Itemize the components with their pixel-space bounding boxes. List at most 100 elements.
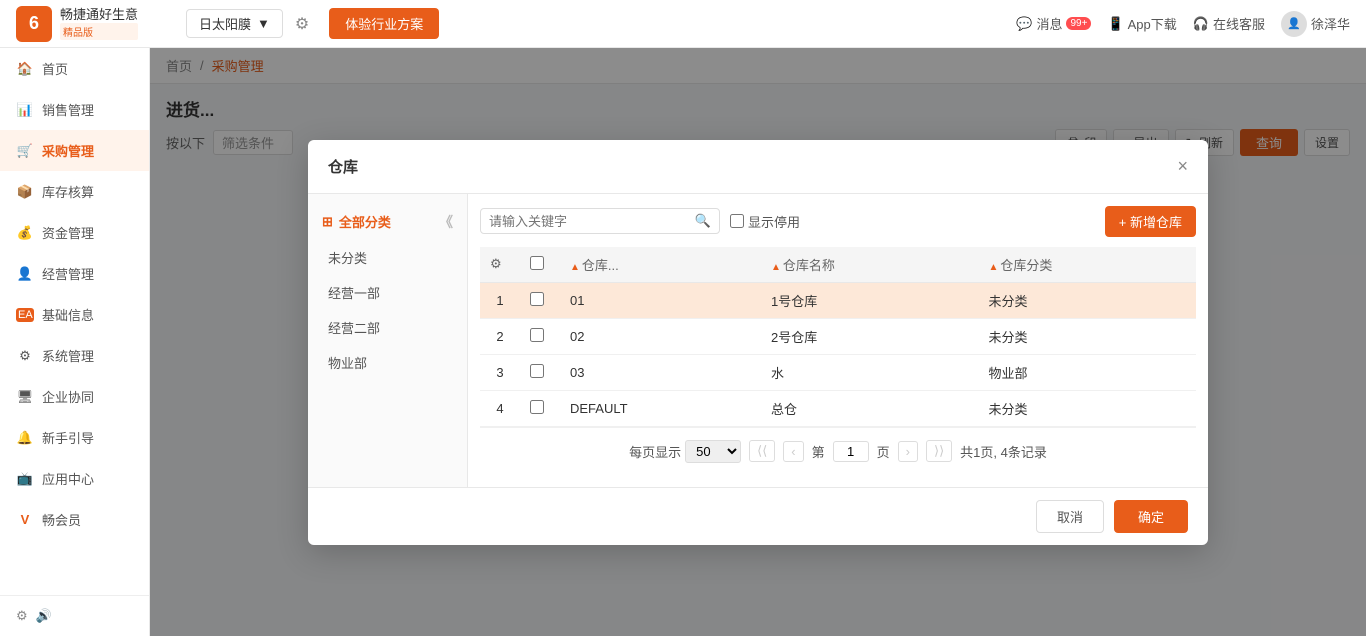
category-sidebar: ⊞ 全部分类 《 未分类 经营一部 经营二部 物业部: [308, 194, 468, 487]
notification-badge: 99+: [1066, 17, 1091, 30]
confirm-button[interactable]: 确定: [1114, 500, 1188, 533]
page-number-input[interactable]: [833, 441, 869, 462]
modal-body: ⊞ 全部分类 《 未分类 经营一部 经营二部 物业部: [308, 194, 1208, 487]
pagination: 每页显示 10 20 50 100 ⟨⟨ ‹ 第: [480, 427, 1196, 475]
sidebar-label-enterprise: 企业协同: [42, 387, 94, 406]
row-cb-3[interactable]: [520, 354, 560, 390]
sidebar-bottom[interactable]: ⚙ 🔊: [0, 595, 149, 636]
sidebar-label-purchase: 采购管理: [42, 141, 94, 160]
basic-info-icon: EA: [16, 308, 34, 322]
sidebar: 🏠 首页 📊 销售管理 🛒 采购管理 📦 库存核算 💰 资金管理 👤 经营管理 …: [0, 48, 150, 636]
sidebar-item-inventory[interactable]: 📦 库存核算: [0, 171, 149, 212]
table-row[interactable]: 4 DEFAULT 总仓 未分类: [480, 390, 1196, 426]
purchase-icon: 🛒: [16, 143, 34, 159]
th-category: ▲仓库分类: [978, 247, 1196, 283]
row-cb-4[interactable]: [520, 390, 560, 426]
all-categories-header[interactable]: ⊞ 全部分类 《: [308, 204, 467, 240]
sidebar-item-finance[interactable]: 💰 资金管理: [0, 212, 149, 253]
search-box: 🔍: [480, 208, 720, 234]
sidebar-label-management: 经营管理: [42, 264, 94, 283]
speaker-icon: 🔊: [36, 608, 52, 624]
row-code-3: 03: [560, 354, 761, 390]
gear-icon-th: ⚙: [490, 256, 502, 271]
sidebar-item-sales[interactable]: 📊 销售管理: [0, 89, 149, 130]
row-code-4: DEFAULT: [560, 390, 761, 426]
cancel-button[interactable]: 取消: [1036, 500, 1104, 533]
header-right: 💬 消息 99+ 📱 App下载 🎧 在线客服 👤 徐泽华: [1016, 11, 1350, 37]
search-input[interactable]: [489, 214, 695, 229]
cat-item-unclassified[interactable]: 未分类: [308, 240, 467, 275]
row-checkbox-1[interactable]: [530, 292, 544, 306]
table-row[interactable]: 2 02 2号仓库 未分类: [480, 318, 1196, 354]
user-area[interactable]: 👤 徐泽华: [1281, 11, 1350, 37]
row-checkbox-4[interactable]: [530, 400, 544, 414]
sidebar-label-home: 首页: [42, 59, 68, 78]
row-code-2: 02: [560, 318, 761, 354]
row-checkbox-2[interactable]: [530, 328, 544, 342]
show-disabled-area[interactable]: 显示停用: [730, 212, 800, 231]
cat-item-property[interactable]: 物业部: [308, 345, 467, 380]
username-label: 徐泽华: [1311, 14, 1350, 33]
th-checkbox: [520, 247, 560, 283]
warehouse-table: ⚙ ▲仓库... ▲仓库名称 ▲仓库分类 1: [480, 247, 1196, 427]
per-page-label: 每页显示: [629, 442, 681, 461]
sidebar-item-home[interactable]: 🏠 首页: [0, 48, 149, 89]
header-center: 体验行业方案: [309, 8, 1016, 39]
modal-footer: 取消 确定: [308, 487, 1208, 545]
collapse-button[interactable]: 《: [439, 212, 453, 232]
sidebar-item-guide[interactable]: 🔔 新手引导: [0, 417, 149, 458]
th-name: ▲仓库名称: [761, 247, 978, 283]
row-cb-1[interactable]: [520, 282, 560, 318]
cat-item-op1[interactable]: 经营一部: [308, 275, 467, 310]
row-code-1: 01: [560, 282, 761, 318]
guide-icon: 🔔: [16, 430, 34, 446]
sidebar-item-apps[interactable]: 📺 应用中心: [0, 458, 149, 499]
sidebar-item-management[interactable]: 👤 经营管理: [0, 253, 149, 294]
next-page-button[interactable]: ›: [898, 441, 918, 462]
store-selector[interactable]: 日太阳膜 ▼: [186, 9, 283, 38]
table-row[interactable]: 1 01 1号仓库 未分类: [480, 282, 1196, 318]
per-page-select[interactable]: 10 20 50 100: [685, 440, 741, 463]
sidebar-item-purchase[interactable]: 🛒 采购管理: [0, 130, 149, 171]
th-settings: ⚙: [480, 247, 520, 283]
sidebar-item-enterprise[interactable]: 🖥 企业协同: [0, 376, 149, 417]
app-download-label: App下载: [1128, 14, 1177, 33]
row-checkbox-3[interactable]: [530, 364, 544, 378]
add-warehouse-button[interactable]: + 新增仓库: [1105, 206, 1196, 237]
sidebar-item-basic-info[interactable]: EA 基础信息: [0, 294, 149, 335]
page-summary: 共1页, 4条记录: [960, 442, 1047, 461]
modal-close-button[interactable]: ×: [1177, 156, 1188, 177]
online-service-area[interactable]: 🎧 在线客服: [1193, 14, 1265, 33]
try-industry-button[interactable]: 体验行业方案: [329, 8, 439, 39]
top-header: 6 畅捷通好生意 精品版 日太阳膜 ▼ ⚙ 体验行业方案 💬 消息 99+ 📱 …: [0, 0, 1366, 48]
page-end-label: 页: [877, 442, 890, 461]
table-toolbar: 🔍 显示停用 + 新增仓库: [480, 206, 1196, 237]
warehouse-modal: 仓库 × ⊞ 全部分类 《 未分类 经营一部 经营二部: [308, 140, 1208, 545]
finance-icon: 💰: [16, 225, 34, 241]
table-scroll-area: ⚙ ▲仓库... ▲仓库名称 ▲仓库分类 1: [480, 247, 1196, 427]
cat-item-op2[interactable]: 经营二部: [308, 310, 467, 345]
table-area: 🔍 显示停用 + 新增仓库: [468, 194, 1208, 487]
row-cat-4: 未分类: [978, 390, 1196, 426]
row-cat-2: 未分类: [978, 318, 1196, 354]
row-cb-2[interactable]: [520, 318, 560, 354]
modal-header: 仓库 ×: [308, 140, 1208, 194]
sidebar-item-system[interactable]: ⚙ 系统管理: [0, 335, 149, 376]
sidebar-item-vip[interactable]: V 畅会员: [0, 499, 149, 540]
row-num-3: 3: [480, 354, 520, 390]
sort-icon-name: ▲: [771, 262, 781, 273]
app-download-area[interactable]: 📱 App下载: [1107, 14, 1176, 33]
sidebar-label-system: 系统管理: [42, 346, 94, 365]
first-page-button[interactable]: ⟨⟨: [749, 440, 775, 462]
select-all-checkbox[interactable]: [530, 256, 544, 270]
last-page-button[interactable]: ⟩⟩: [926, 440, 952, 462]
table-row[interactable]: 3 03 水 物业部: [480, 354, 1196, 390]
headset-icon: 🎧: [1193, 16, 1209, 32]
prev-page-button[interactable]: ‹: [783, 441, 803, 462]
settings-icon[interactable]: ⚙: [295, 14, 309, 34]
per-page-area: 每页显示 10 20 50 100: [629, 440, 741, 463]
notification-area[interactable]: 💬 消息 99+: [1016, 14, 1091, 33]
show-disabled-checkbox[interactable]: [730, 214, 744, 228]
vip-icon: V: [16, 512, 34, 527]
grid-icon: ⊞: [322, 214, 333, 230]
